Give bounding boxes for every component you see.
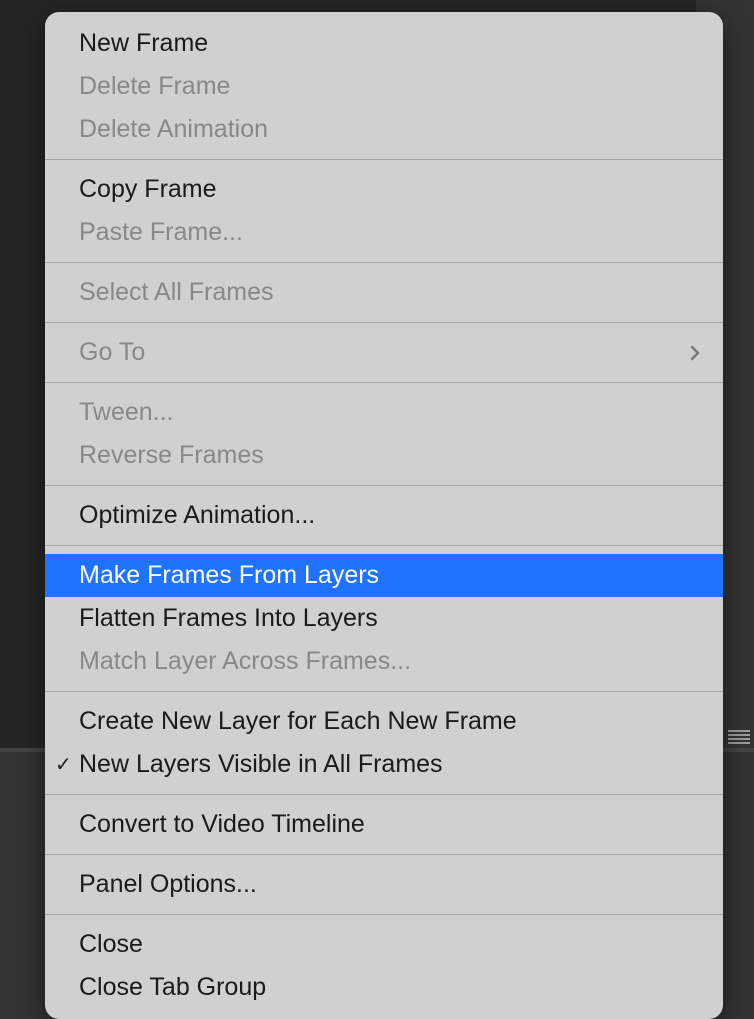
menu-item-close-tab-group[interactable]: Close Tab Group bbox=[45, 966, 723, 1009]
panel-menu-icon[interactable] bbox=[728, 730, 750, 744]
menu-item-panel-options[interactable]: Panel Options... bbox=[45, 863, 723, 906]
menu-item-label: Panel Options... bbox=[79, 867, 257, 902]
menu-item-match-layer-across-frames: Match Layer Across Frames... bbox=[45, 640, 723, 683]
menu-item-delete-frame: Delete Frame bbox=[45, 65, 723, 108]
menu-item-paste-frame: Paste Frame... bbox=[45, 211, 723, 254]
menu-separator bbox=[45, 854, 723, 855]
menu-item-label: Delete Frame bbox=[79, 69, 230, 104]
menu-separator bbox=[45, 262, 723, 263]
menu-item-make-frames-from-layers[interactable]: Make Frames From Layers bbox=[45, 554, 723, 597]
chevron-right-icon bbox=[689, 344, 701, 362]
menu-item-flatten-frames-into-layers[interactable]: Flatten Frames Into Layers bbox=[45, 597, 723, 640]
menu-item-close[interactable]: Close bbox=[45, 923, 723, 966]
menu-separator bbox=[45, 691, 723, 692]
menu-item-copy-frame[interactable]: Copy Frame bbox=[45, 168, 723, 211]
menu-item-label: Delete Animation bbox=[79, 112, 268, 147]
menu-separator bbox=[45, 914, 723, 915]
menu-item-label: Tween... bbox=[79, 395, 174, 430]
menu-item-new-layers-visible-all-frames[interactable]: ✓New Layers Visible in All Frames bbox=[45, 743, 723, 786]
menu-item-label: Match Layer Across Frames... bbox=[79, 644, 411, 679]
menu-item-go-to: Go To bbox=[45, 331, 723, 374]
menu-item-convert-to-video-timeline[interactable]: Convert to Video Timeline bbox=[45, 803, 723, 846]
menu-item-label: Reverse Frames bbox=[79, 438, 264, 473]
menu-item-delete-animation: Delete Animation bbox=[45, 108, 723, 151]
menu-item-label: Paste Frame... bbox=[79, 215, 243, 250]
menu-item-label: Close bbox=[79, 927, 143, 962]
menu-item-select-all-frames: Select All Frames bbox=[45, 271, 723, 314]
menu-separator bbox=[45, 382, 723, 383]
menu-item-label: Convert to Video Timeline bbox=[79, 807, 365, 842]
menu-item-label: New Frame bbox=[79, 26, 208, 61]
menu-item-tween: Tween... bbox=[45, 391, 723, 434]
menu-separator bbox=[45, 159, 723, 160]
menu-item-label: Make Frames From Layers bbox=[79, 558, 379, 593]
menu-item-label: New Layers Visible in All Frames bbox=[79, 747, 443, 782]
menu-separator bbox=[45, 322, 723, 323]
menu-item-reverse-frames: Reverse Frames bbox=[45, 434, 723, 477]
menu-separator bbox=[45, 485, 723, 486]
menu-item-label: Create New Layer for Each New Frame bbox=[79, 704, 517, 739]
menu-item-create-new-layer-each-frame[interactable]: Create New Layer for Each New Frame bbox=[45, 700, 723, 743]
menu-item-new-frame[interactable]: New Frame bbox=[45, 22, 723, 65]
timeline-panel-context-menu: New Frame Delete Frame Delete Animation Cop… bbox=[45, 12, 723, 1019]
menu-separator bbox=[45, 545, 723, 546]
checkmark-icon: ✓ bbox=[55, 751, 72, 779]
menu-item-label: Select All Frames bbox=[79, 275, 274, 310]
menu-item-label: Optimize Animation... bbox=[79, 498, 315, 533]
menu-item-label: Go To bbox=[79, 335, 145, 370]
menu-separator bbox=[45, 794, 723, 795]
menu-item-optimize-animation[interactable]: Optimize Animation... bbox=[45, 494, 723, 537]
menu-item-label: Copy Frame bbox=[79, 172, 217, 207]
menu-item-label: Flatten Frames Into Layers bbox=[79, 601, 378, 636]
